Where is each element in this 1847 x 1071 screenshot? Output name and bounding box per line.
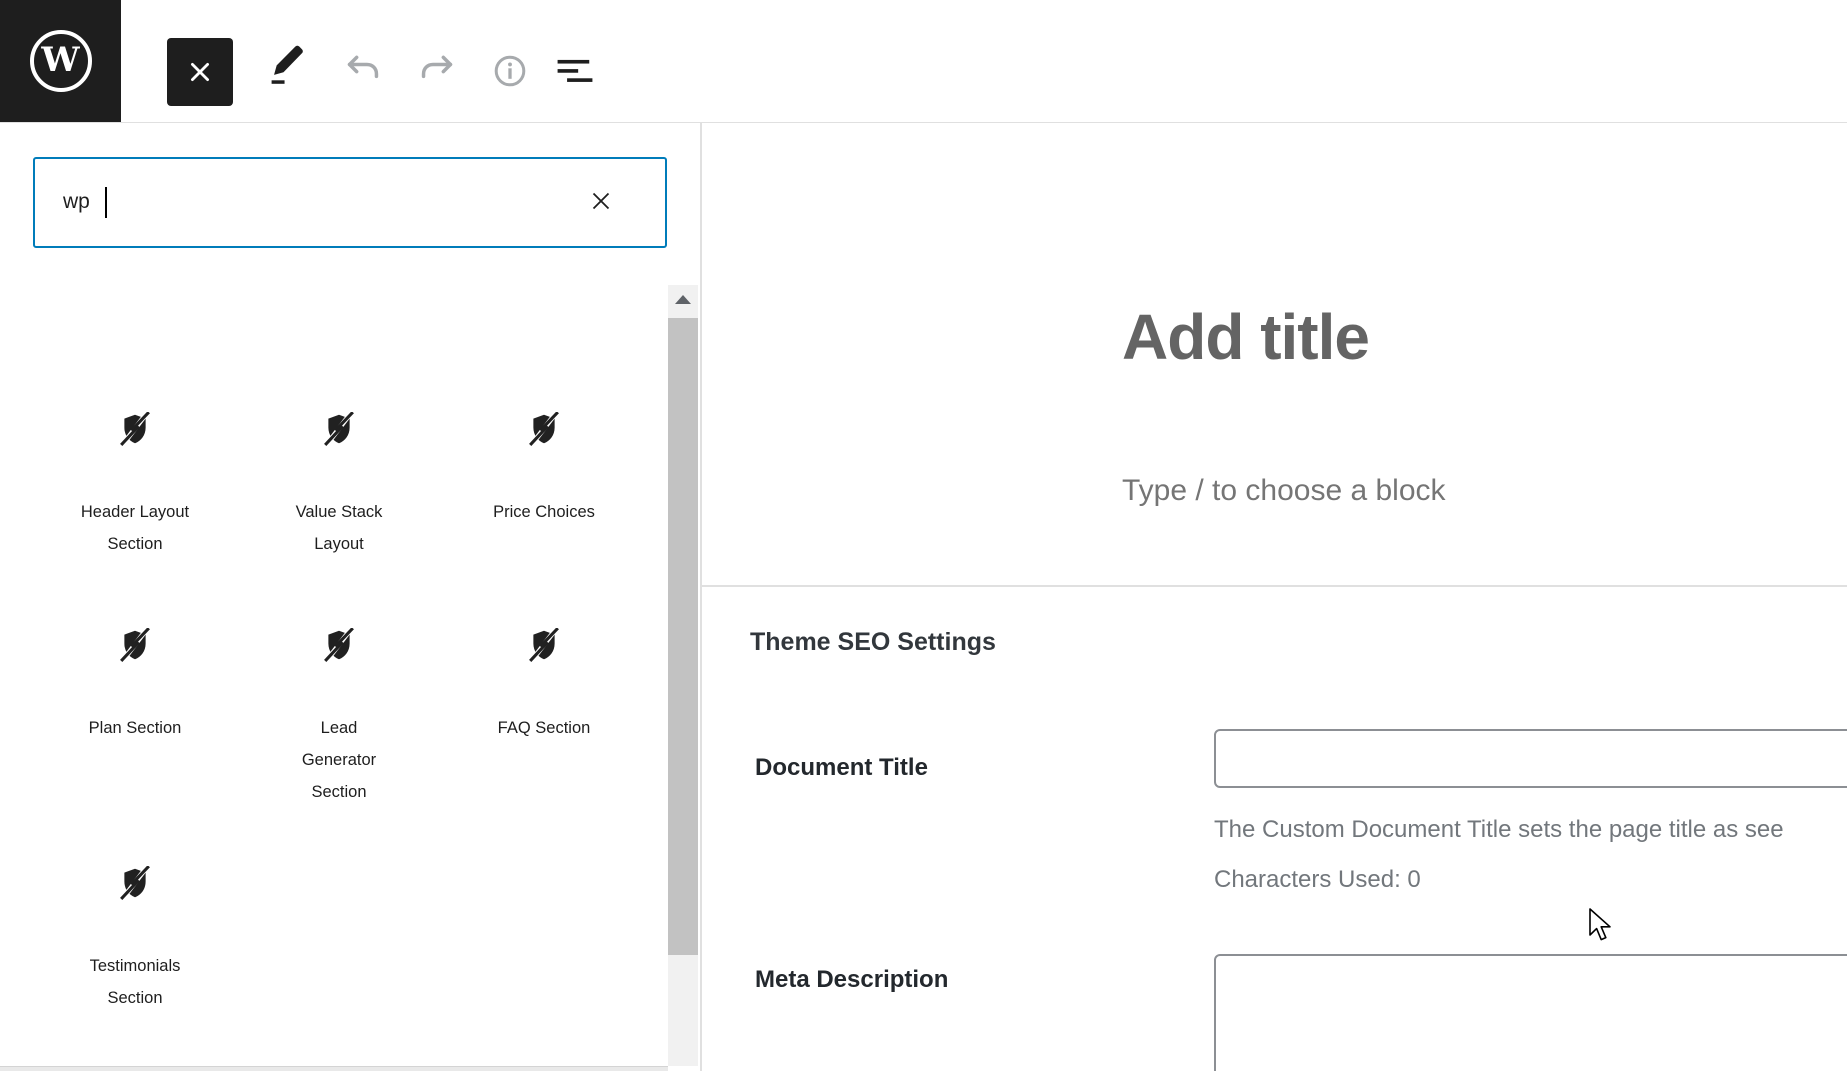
wordpress-logo[interactable]: W (0, 0, 121, 122)
block-appender-placeholder[interactable]: Type / to choose a block (1122, 474, 1446, 508)
list-view-button[interactable] (556, 55, 594, 91)
block-result-faq-section[interactable]: FAQ Section (442, 627, 646, 744)
metabox-divider (702, 585, 1847, 587)
close-inserter-button[interactable] (167, 38, 233, 106)
block-search-input[interactable] (63, 159, 583, 245)
list-view-icon (556, 53, 594, 94)
undo-icon (344, 52, 382, 93)
document-title-input[interactable] (1214, 729, 1847, 788)
block-result-price-choices[interactable]: Price Choices (442, 411, 646, 528)
meta-description-textarea[interactable] (1214, 954, 1847, 1071)
block-search-box (33, 157, 667, 248)
block-result-testimonials-section[interactable]: Testimonials Section (33, 865, 237, 1014)
details-button[interactable] (492, 55, 528, 91)
seo-panel-heading: Theme SEO Settings (750, 628, 996, 656)
block-label: Price Choices (493, 503, 595, 521)
redo-icon (418, 52, 456, 93)
block-label: Header Layout Section (80, 503, 190, 553)
block-label: FAQ Section (497, 719, 591, 737)
text-caret (105, 187, 107, 218)
block-label: Testimonials Section (89, 957, 181, 1007)
info-icon (492, 53, 528, 94)
characters-used-counter: Characters Used: 0 (1214, 866, 1421, 893)
shield-bolt-icon (33, 411, 237, 451)
shield-bolt-icon (442, 627, 646, 667)
block-result-header-layout-section[interactable]: Header Layout Section (33, 411, 237, 560)
block-label: Value Stack Layout (295, 503, 383, 553)
document-title-help: The Custom Document Title sets the page … (1214, 816, 1784, 843)
document-title-label: Document Title (755, 754, 928, 781)
wordpress-editor-screen: W wp Header Layout Section Value Stack L… (0, 0, 1847, 1071)
block-label: Lead Generator Section (301, 719, 377, 801)
block-result-value-stack-layout[interactable]: Value Stack Layout (237, 411, 441, 560)
wordpress-logo-letter: W (41, 40, 80, 80)
clear-search-icon (589, 189, 613, 216)
shield-bolt-icon (442, 411, 646, 451)
sidebar-scrollbar-thumb[interactable] (668, 318, 698, 955)
sidebar-horizontal-scrollbar[interactable] (0, 1066, 668, 1071)
undo-button[interactable] (344, 54, 382, 90)
shield-bolt-icon (33, 865, 237, 905)
meta-description-label: Meta Description (755, 966, 949, 993)
mouse-cursor (1588, 908, 1614, 951)
shield-bolt-icon (237, 627, 441, 667)
shield-bolt-icon (33, 627, 237, 667)
block-result-plan-section[interactable]: Plan Section (33, 627, 237, 744)
sidebar-divider (700, 122, 702, 1071)
wordpress-logo-icon: W (29, 30, 92, 92)
scroll-up-arrow-icon (675, 294, 691, 304)
post-title-placeholder[interactable]: Add title (1122, 300, 1370, 374)
redo-button[interactable] (418, 54, 456, 90)
block-label: Plan Section (88, 719, 182, 737)
pencil-icon (266, 44, 308, 95)
sidebar-scrollbar-up-button[interactable] (668, 285, 698, 313)
shield-bolt-icon (237, 411, 441, 451)
block-result-lead-generator-section[interactable]: Lead Generator Section (237, 627, 441, 808)
close-icon (187, 59, 213, 85)
clear-search-button[interactable] (581, 182, 621, 222)
edit-mode-button[interactable] (266, 44, 308, 95)
